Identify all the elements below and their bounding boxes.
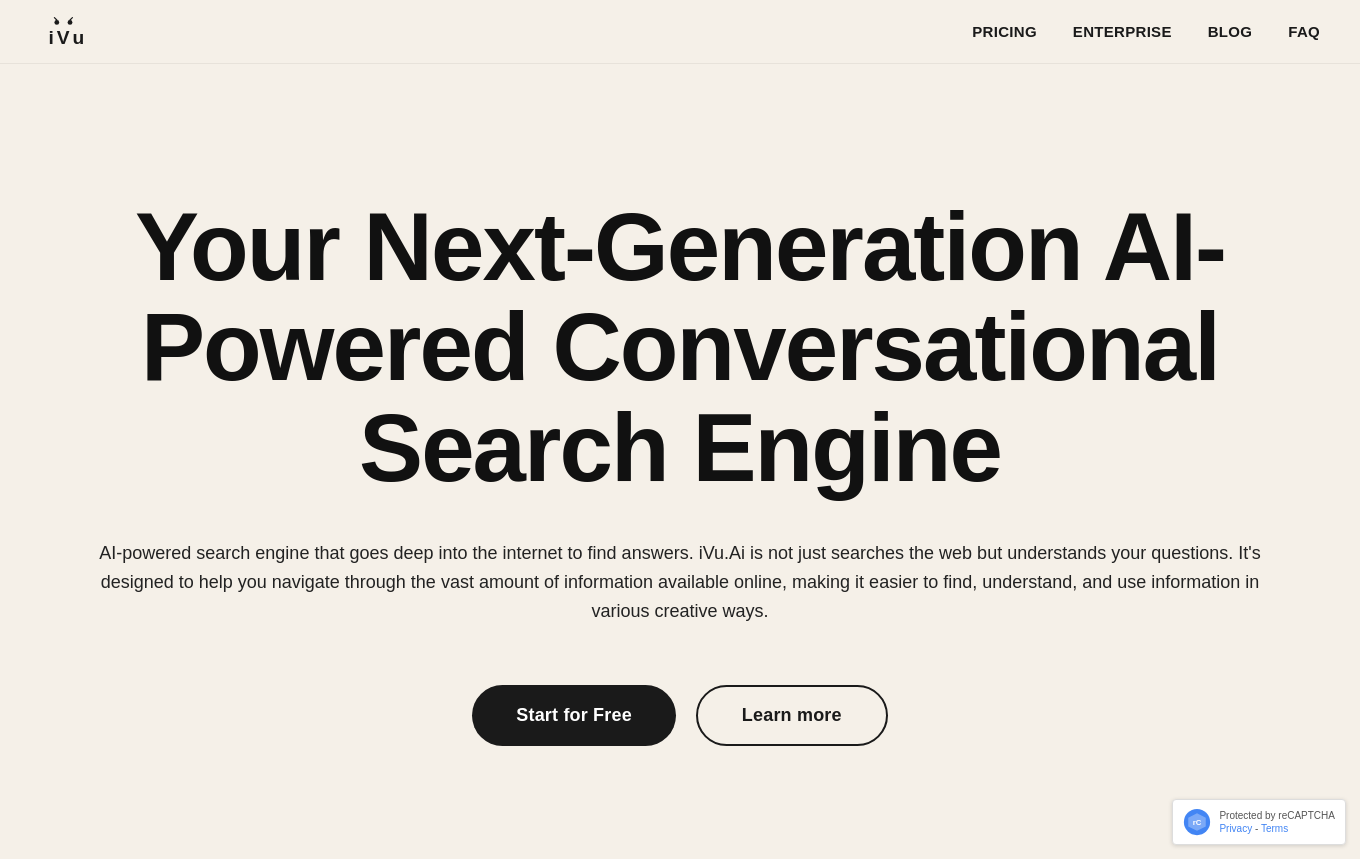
recaptcha-privacy-link[interactable]: Privacy xyxy=(1219,823,1252,834)
start-for-free-button[interactable]: Start for Free xyxy=(472,685,676,746)
svg-line-3 xyxy=(70,17,72,19)
svg-text:rC: rC xyxy=(1193,818,1202,827)
hero-subtitle: AI-powered search engine that goes deep … xyxy=(80,539,1280,625)
svg-text:V: V xyxy=(57,27,70,48)
recaptcha-badge: rC Protected by reCAPTCHA Privacy - Term… xyxy=(1172,799,1346,845)
svg-text:i: i xyxy=(48,27,53,48)
nav-enterprise[interactable]: ENTERPRISE xyxy=(1073,23,1172,40)
recaptcha-text: Protected by reCAPTCHA Privacy - Terms xyxy=(1219,809,1335,835)
hero-section: Your Next-Generation AI-Powered Conversa… xyxy=(0,64,1360,859)
hero-title: Your Next-Generation AI-Powered Conversa… xyxy=(90,197,1270,499)
logo[interactable]: i V u xyxy=(40,8,88,56)
svg-point-0 xyxy=(54,20,59,25)
svg-text:u: u xyxy=(72,27,84,48)
nav-links: PRICING ENTERPRISE BLOG FAQ xyxy=(972,23,1320,40)
recaptcha-icon: rC xyxy=(1183,808,1211,836)
recaptcha-terms-link[interactable]: Terms xyxy=(1261,823,1288,834)
svg-point-1 xyxy=(68,20,73,25)
navbar: i V u PRICING ENTERPRISE BLOG FAQ xyxy=(0,0,1360,64)
nav-blog[interactable]: BLOG xyxy=(1208,23,1253,40)
nav-pricing[interactable]: PRICING xyxy=(972,23,1037,40)
svg-line-2 xyxy=(54,17,56,19)
hero-buttons: Start for Free Learn more xyxy=(472,685,887,746)
learn-more-button[interactable]: Learn more xyxy=(696,685,888,746)
nav-faq[interactable]: FAQ xyxy=(1288,23,1320,40)
logo-icon: i V u xyxy=(40,8,88,56)
